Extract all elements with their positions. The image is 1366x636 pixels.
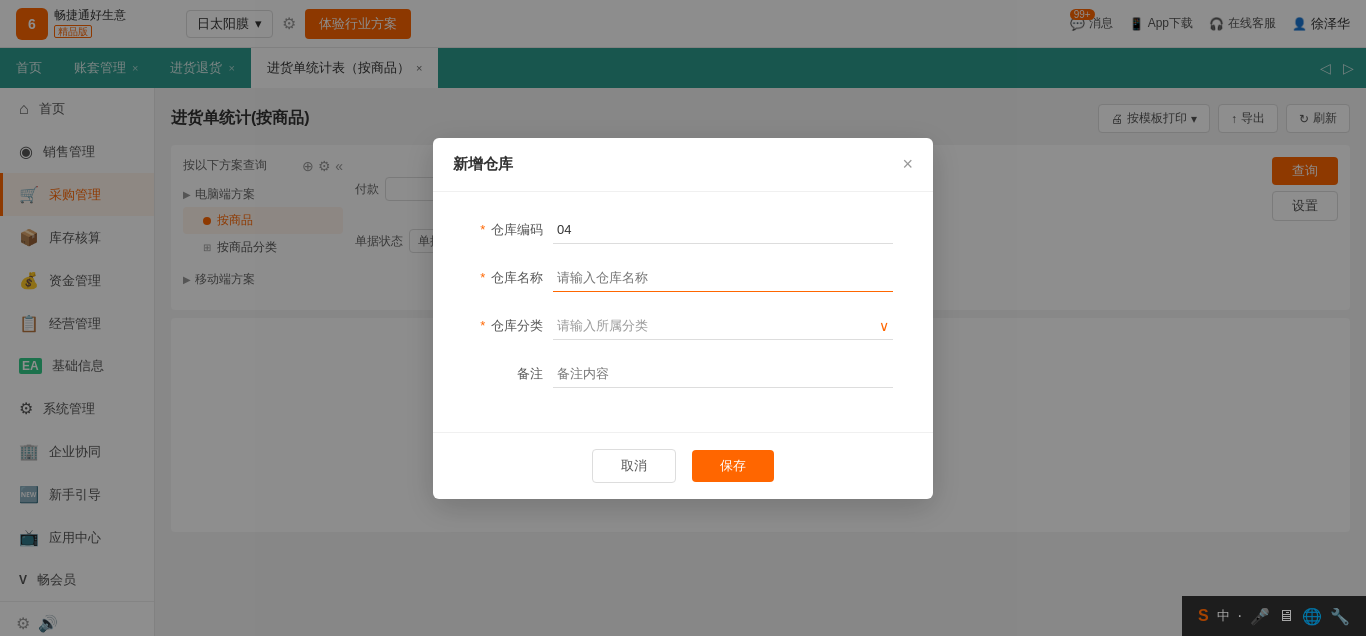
category-select-wrap: 请输入所属分类 ∨ bbox=[553, 312, 893, 340]
modal-title: 新增仓库 bbox=[453, 155, 513, 174]
modal-footer: 取消 保存 bbox=[433, 432, 933, 499]
note-label: 备注 bbox=[473, 365, 553, 383]
category-label: * 仓库分类 bbox=[473, 317, 553, 335]
category-field-row: * 仓库分类 请输入所属分类 ∨ bbox=[473, 312, 893, 340]
note-input[interactable] bbox=[553, 360, 893, 388]
category-select[interactable]: 请输入所属分类 bbox=[553, 312, 893, 340]
code-field-row: * 仓库编码 bbox=[473, 216, 893, 244]
cancel-button[interactable]: 取消 bbox=[592, 449, 676, 483]
note-field-row: 备注 bbox=[473, 360, 893, 388]
name-label: * 仓库名称 bbox=[473, 269, 553, 287]
name-field-row: * 仓库名称 bbox=[473, 264, 893, 292]
code-input[interactable] bbox=[553, 216, 893, 244]
name-input[interactable] bbox=[553, 264, 893, 292]
modal-close-button[interactable]: × bbox=[902, 154, 913, 175]
modal-overlay: 新增仓库 × * 仓库编码 * 仓库名称 bbox=[0, 0, 1366, 636]
modal-header: 新增仓库 × bbox=[433, 138, 933, 192]
code-label: * 仓库编码 bbox=[473, 221, 553, 239]
new-warehouse-modal: 新增仓库 × * 仓库编码 * 仓库名称 bbox=[433, 138, 933, 499]
modal-body: * 仓库编码 * 仓库名称 * 仓库分类 bbox=[433, 192, 933, 432]
save-button[interactable]: 保存 bbox=[692, 450, 774, 482]
